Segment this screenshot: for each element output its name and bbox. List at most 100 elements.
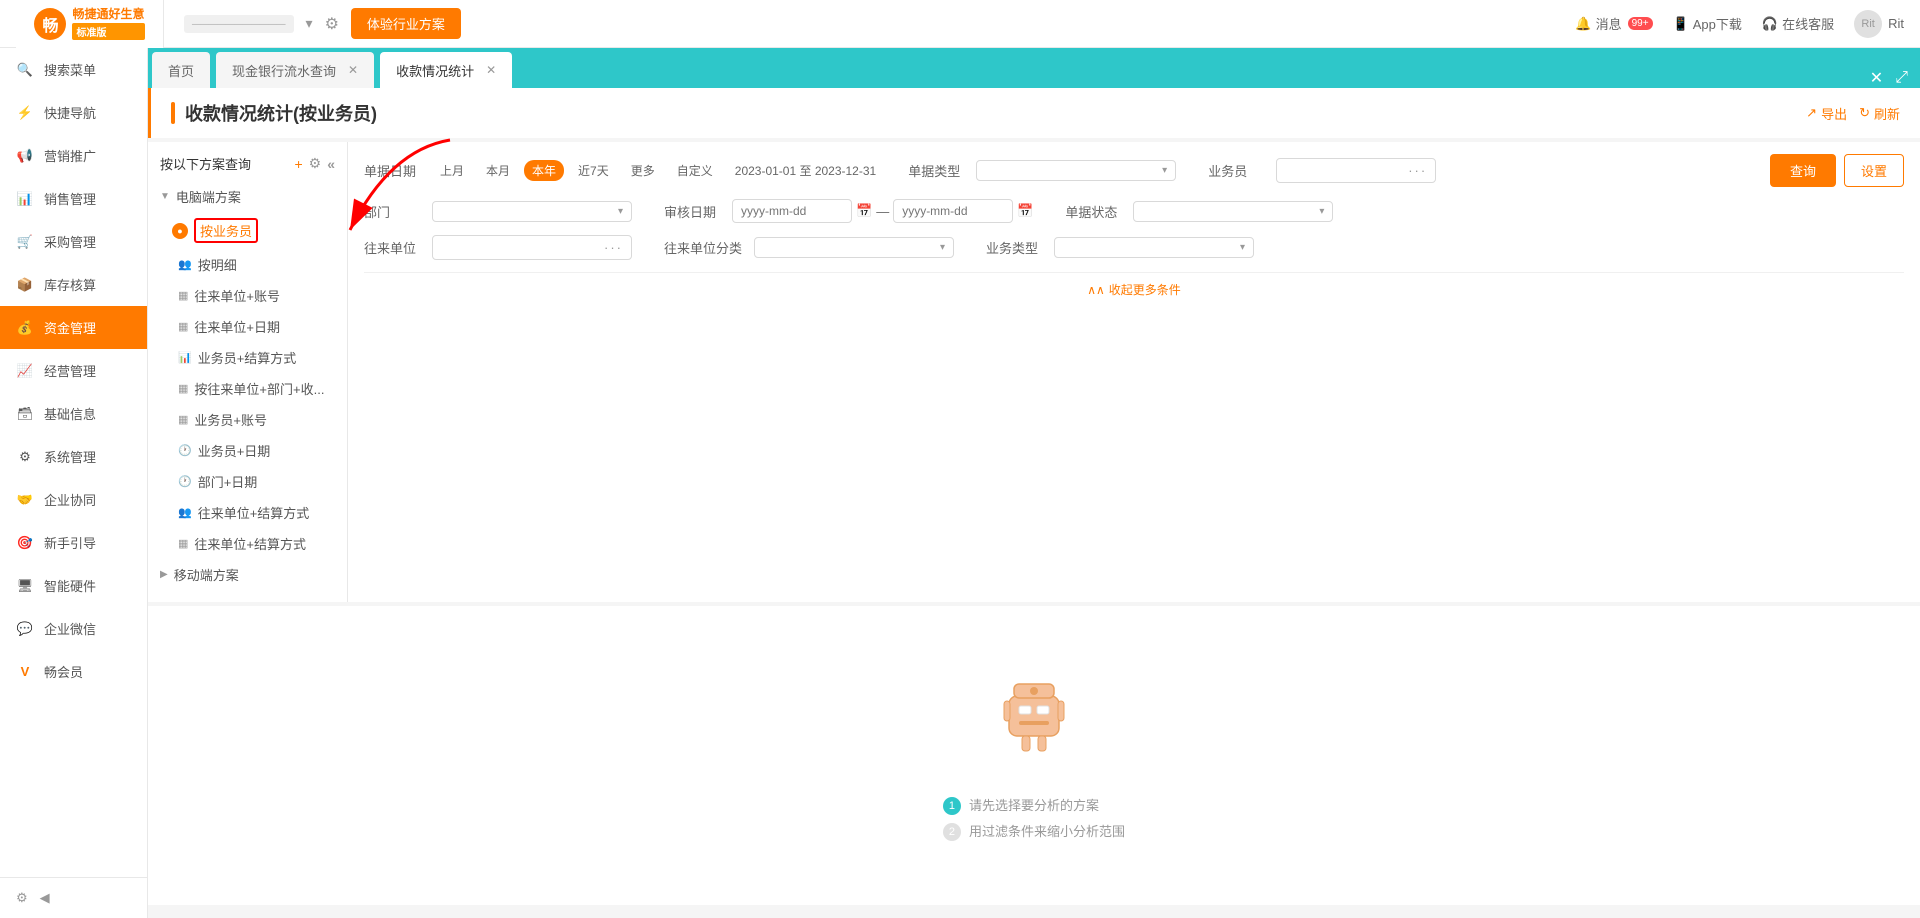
user-area[interactable]: Rit Rit (1854, 10, 1904, 38)
sales-icon: 📊 (16, 190, 34, 208)
tab-bar-actions: ✕ ⤢ (1870, 68, 1920, 88)
doc-type-label: 单据类型 (908, 161, 964, 180)
tab-maximize-icon[interactable]: ⤢ (1895, 69, 1908, 87)
date-tab-7days[interactable]: 近7天 (570, 160, 617, 181)
tab-bank-close[interactable]: ✕ (348, 63, 358, 77)
business-type-select[interactable]: ▾ (1054, 237, 1254, 258)
breadcrumb-dropdown[interactable]: ▾ (306, 15, 313, 32)
sidebar-item-quick-nav[interactable]: ⚡ 快捷导航 (0, 91, 147, 134)
date-tab-last-month[interactable]: 上月 (432, 160, 472, 181)
cal-icon-start: 📅 (856, 203, 872, 219)
salesperson-select[interactable]: ··· (1276, 158, 1436, 183)
scheme-item-sales-date[interactable]: 🕐 业务员+日期 (148, 435, 347, 466)
page-title: 收款情况统计(按业务员) (185, 100, 377, 126)
tab-close-all-icon[interactable]: ✕ (1870, 68, 1883, 88)
date-range-display: 2023-01-01 至 2023-12-31 (735, 162, 876, 179)
sidebar-label-warehouse: 库存核算 (44, 275, 96, 294)
sidebar-item-system[interactable]: ⚙ 系统管理 (0, 435, 147, 478)
sales-settlement-icon: 📊 (178, 351, 192, 364)
partner-date-icon: ▦ (178, 320, 188, 333)
sidebar-item-marketing[interactable]: 📢 营销推广 (0, 134, 147, 177)
sidebar-item-base[interactable]: 🗃 基础信息 (0, 392, 147, 435)
operation-icon: 📈 (16, 362, 34, 380)
sidebar-item-hardware[interactable]: 🖥 智能硬件 (0, 564, 147, 607)
sidebar-item-wechat[interactable]: 💬 企业微信 (0, 607, 147, 650)
sidebar-item-finance[interactable]: 💰 资金管理 (0, 306, 147, 349)
single-status-select[interactable]: ▾ (1133, 201, 1333, 222)
pc-scheme-category[interactable]: ▼ 电脑端方案 (148, 181, 347, 212)
scheme-item-partner-date[interactable]: ▦ 往来单位+日期 (148, 311, 347, 342)
scheme-item-dept-date[interactable]: 🕐 部门+日期 (148, 466, 347, 497)
add-scheme-button[interactable]: + (294, 156, 302, 172)
scheme-item-label-4: 业务员+结算方式 (198, 348, 297, 367)
scheme-item-by-salesperson[interactable]: ● 按业务员 (148, 212, 347, 249)
sidebar-item-purchase[interactable]: 🛒 采购管理 (0, 220, 147, 263)
date-tab-this-month[interactable]: 本月 (478, 160, 518, 181)
date-tab-custom[interactable]: 自定义 (669, 160, 721, 181)
scheme-item-partner-dept[interactable]: ▦ 按往来单位+部门+收... (148, 373, 347, 404)
date-tabs-group: 上月 本月 本年 近7天 更多 自定义 2023-01-01 至 2023-12… (432, 160, 876, 181)
page-header: 收款情况统计(按业务员) ↗ 导出 ↻ 刷新 (148, 88, 1920, 138)
partner-select[interactable]: ··· (432, 235, 632, 260)
sidebar-label-finance: 资金管理 (44, 318, 96, 337)
filter-actions: 查询 设置 (1770, 154, 1904, 187)
doc-type-select[interactable]: ▾ (976, 160, 1176, 181)
collapse-bar[interactable]: ∧∧ 收起更多条件 (364, 272, 1904, 306)
review-date-start[interactable] (732, 199, 852, 223)
title-bar-accent (171, 102, 175, 124)
sidebar-item-search[interactable]: 🔍 搜索菜单 (0, 48, 147, 91)
scheme-settings-icon[interactable]: ⚙ (309, 155, 322, 172)
filter-row-2: 部门 ▾ 审核日期 📅 — 📅 单据状 (364, 199, 1904, 223)
tab-receipt[interactable]: 收款情况统计 ✕ (380, 52, 512, 88)
sidebar-item-warehouse[interactable]: 📦 库存核算 (0, 263, 147, 306)
export-icon: ↗ (1806, 105, 1817, 121)
sidebar-item-operation[interactable]: 📈 经营管理 (0, 349, 147, 392)
date-tab-more[interactable]: 更多 (623, 160, 663, 181)
query-button[interactable]: 查询 (1770, 154, 1836, 187)
settings-icon[interactable]: ⚙ (325, 14, 339, 34)
sidebar-settings-icon[interactable]: ⚙ (16, 890, 28, 906)
mobile-scheme-category[interactable]: ▶ 移动端方案 (148, 559, 347, 590)
sidebar-item-guide[interactable]: 🎯 新手引导 (0, 521, 147, 564)
sidebar-collapse-icon[interactable]: ◀ (40, 890, 50, 906)
scheme-item-label-1: 按明细 (198, 255, 237, 274)
notification-area[interactable]: 🔔 消息 99+ (1575, 14, 1652, 33)
app-download[interactable]: 📱 App下载 (1673, 14, 1742, 33)
dept-select[interactable]: ▾ (432, 201, 632, 222)
review-date-label: 审核日期 (664, 202, 720, 221)
marketing-icon: 📢 (16, 147, 34, 165)
partner-category-label: 往来单位分类 (664, 238, 742, 257)
sidebar-item-sales[interactable]: 📊 销售管理 (0, 177, 147, 220)
phone-icon: 📱 (1673, 16, 1689, 32)
export-button[interactable]: ↗ 导出 (1806, 104, 1847, 123)
top-bar-right: 🔔 消息 99+ 📱 App下载 🎧 在线客服 Rit Rit (1575, 10, 1904, 38)
sidebar-item-enterprise[interactable]: 🤝 企业协同 (0, 478, 147, 521)
main-layout: 🔍 搜索菜单 ⚡ 快捷导航 📢 营销推广 📊 销售管理 🛒 采购管理 📦 库存核… (0, 48, 1920, 918)
scheme-item-partner-account[interactable]: ▦ 往来单位+账号 (148, 280, 347, 311)
partner-dots: ··· (604, 240, 623, 255)
tab-home[interactable]: 首页 (152, 52, 210, 88)
guide-icon: 🎯 (16, 534, 34, 552)
scheme-item-partner-settlement2[interactable]: ▦ 往来单位+结算方式 (148, 528, 347, 559)
settings-button[interactable]: 设置 (1844, 154, 1904, 187)
tab-receipt-close[interactable]: ✕ (486, 63, 496, 77)
trial-button[interactable]: 消息 体验行业方案 (351, 8, 461, 39)
review-date-end[interactable] (893, 199, 1013, 223)
warehouse-icon: 📦 (16, 276, 34, 294)
top-bar-left: 畅 畅捷通好生意 标准版 ─────────── ▾ ⚙ 消息 体验行业方案 (16, 0, 461, 48)
scheme-item-sales-settlement[interactable]: 📊 业务员+结算方式 (148, 342, 347, 373)
tab-bank[interactable]: 现金银行流水查询 ✕ (216, 52, 374, 88)
dept-date-icon: 🕐 (178, 475, 192, 488)
scheme-collapse-icon[interactable]: « (327, 156, 335, 172)
scheme-item-partner-settlement1[interactable]: 👥 往来单位+结算方式 (148, 497, 347, 528)
date-tab-this-year[interactable]: 本年 (524, 160, 564, 181)
sidebar-item-member[interactable]: V 畅会员 (0, 650, 147, 693)
partner-category-select[interactable]: ▾ (754, 237, 954, 258)
sidebar-label-marketing: 营销推广 (44, 146, 96, 165)
scheme-item-sales-account[interactable]: ▦ 业务员+账号 (148, 404, 347, 435)
detail-icon: 👥 (178, 258, 192, 271)
online-service[interactable]: 🎧 在线客服 (1762, 14, 1834, 33)
sidebar-label-operation: 经营管理 (44, 361, 96, 380)
refresh-button[interactable]: ↻ 刷新 (1859, 104, 1900, 123)
scheme-item-by-detail[interactable]: 👥 按明细 (148, 249, 347, 280)
